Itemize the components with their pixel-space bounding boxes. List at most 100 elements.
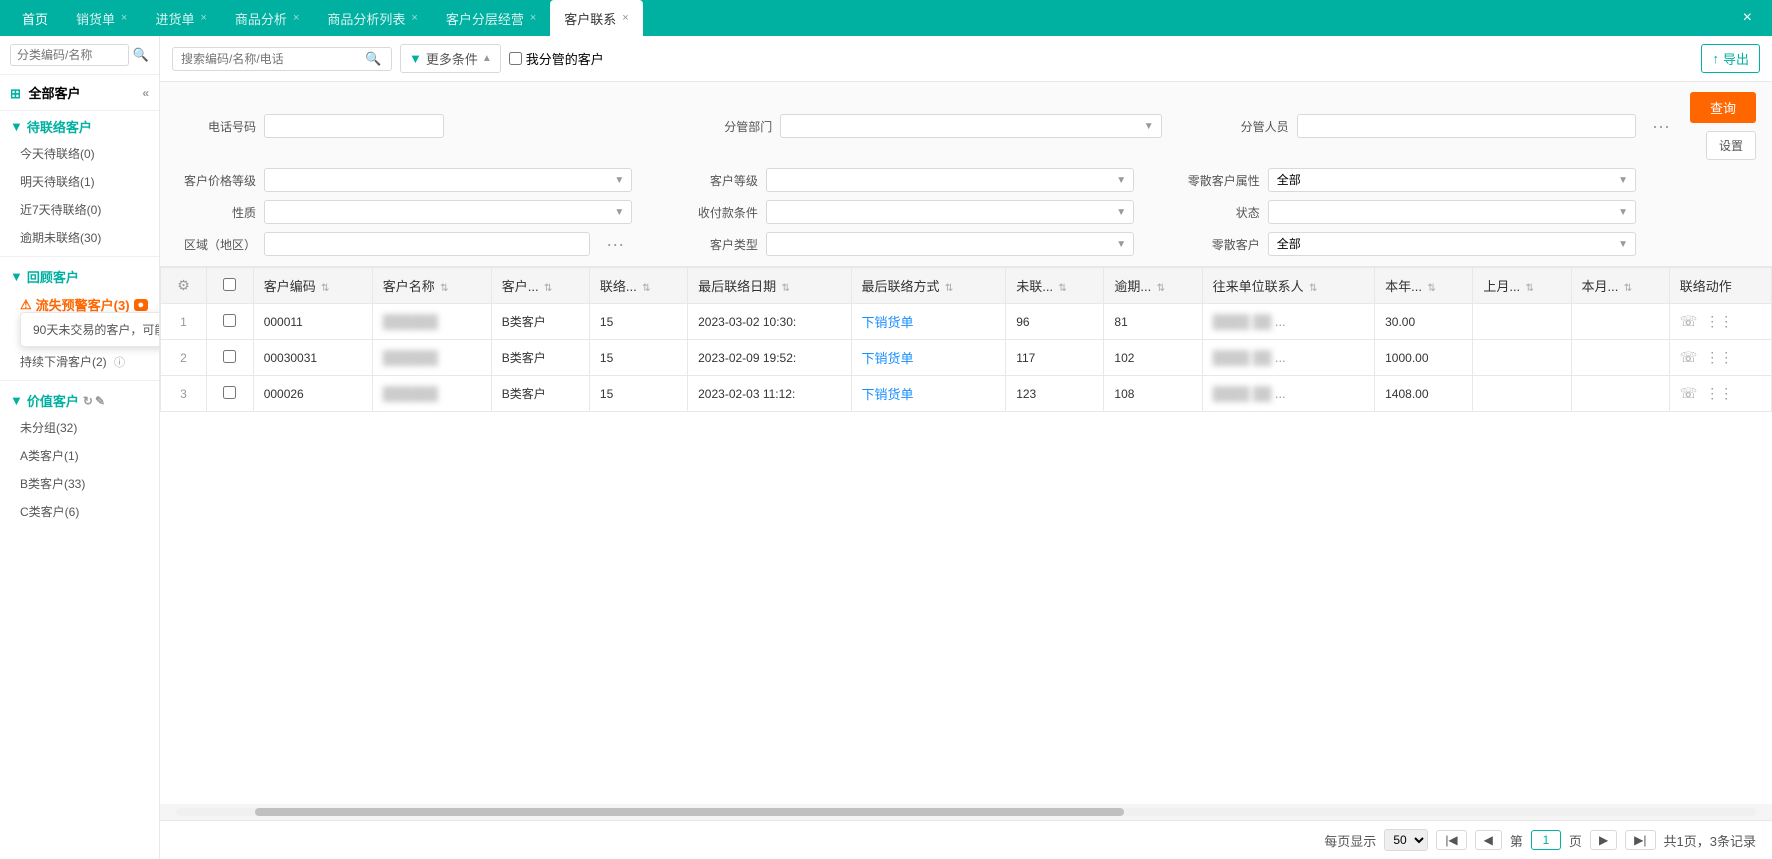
my-customers-checkbox-wrap[interactable]: 我分管的客户	[509, 49, 604, 68]
sidebar-search-input[interactable]	[10, 44, 129, 66]
action-more-icon-2[interactable]: ⋮⋮	[1705, 385, 1733, 402]
row-checkbox-2[interactable]	[207, 376, 254, 412]
tab-analysis-list[interactable]: 商品分析列表 ×	[313, 0, 431, 36]
first-page-button[interactable]: |◀	[1436, 830, 1466, 850]
filter-payment-select[interactable]	[766, 200, 1134, 224]
last-method-link-1[interactable]: 下销货单	[862, 351, 914, 366]
col-checkbox[interactable]	[207, 268, 254, 304]
tab-home[interactable]: 首页	[8, 9, 62, 28]
setting-button[interactable]: 设置	[1706, 131, 1756, 160]
search-input[interactable]	[181, 52, 361, 66]
tab-customer-contact-close[interactable]: ×	[622, 12, 628, 24]
sidebar-group-pending[interactable]: ▼ 待联络客户	[0, 111, 159, 140]
filter-status-select[interactable]	[1268, 200, 1636, 224]
sidebar-search-icon[interactable]: 🔍	[133, 47, 149, 63]
tab-sales[interactable]: 销货单 ×	[62, 0, 141, 36]
horizontal-scrollbar-track[interactable]	[176, 808, 1756, 816]
tab-customer-tier-close[interactable]: ×	[530, 12, 536, 24]
col-overdue[interactable]: 逾期... ⇅	[1104, 268, 1202, 304]
action-contact-icon-2[interactable]: ☏	[1680, 385, 1698, 402]
tab-analysis-close[interactable]: ×	[293, 12, 299, 24]
sidebar-collapse-icon[interactable]: «	[142, 86, 149, 100]
row-checkbox-1[interactable]	[207, 340, 254, 376]
action-more-icon-0[interactable]: ⋮⋮	[1705, 313, 1733, 330]
row-last-method-2[interactable]: 下销货单	[851, 376, 1006, 412]
tab-purchase-close[interactable]: ×	[200, 12, 206, 24]
col-contact[interactable]: 联络... ⇅	[589, 268, 687, 304]
horizontal-scrollbar-thumb[interactable]	[255, 808, 1124, 816]
row-last-method-1[interactable]: 下销货单	[851, 340, 1006, 376]
filter-region-input[interactable]	[264, 232, 590, 256]
sidebar-item-overdue-contact[interactable]: 逾期未联络(30)	[0, 224, 159, 252]
window-close-button[interactable]: ×	[1731, 9, 1764, 27]
row-select-checkbox-1[interactable]	[223, 350, 236, 363]
col-last-date[interactable]: 最后联络日期 ⇅	[688, 268, 851, 304]
sidebar-item-ungrouped[interactable]: 未分组(32)	[0, 414, 159, 442]
filter-gender-select[interactable]	[264, 200, 632, 224]
row-select-checkbox-0[interactable]	[223, 314, 236, 327]
page-size-label: 每页显示	[1324, 831, 1376, 850]
row-uncontacted-0: 96	[1006, 304, 1104, 340]
col-last-month[interactable]: 上月... ⇅	[1473, 268, 1571, 304]
value-refresh-icon[interactable]: ↻	[83, 394, 93, 408]
tab-sales-close[interactable]: ×	[121, 12, 127, 24]
tab-customer-tier[interactable]: 客户分层经营 ×	[432, 0, 550, 36]
last-page-button[interactable]: ▶|	[1625, 830, 1655, 850]
filter-gender-wrap: ▼	[264, 200, 632, 224]
sidebar-all-customers[interactable]: ⊞ 全部客户 «	[0, 75, 159, 111]
sidebar-item-tomorrow[interactable]: 明天待联络(1)	[0, 168, 159, 196]
sidebar-item-class-a[interactable]: A类客户(1)	[0, 442, 159, 470]
col-this-year[interactable]: 本年... ⇅	[1375, 268, 1473, 304]
query-button[interactable]: 查询	[1690, 92, 1756, 123]
last-method-link-2[interactable]: 下销货单	[862, 387, 914, 402]
sidebar-item-class-b[interactable]: B类客户(33)	[0, 470, 159, 498]
select-all-checkbox[interactable]	[223, 278, 236, 291]
last-method-link-0[interactable]: 下销货单	[862, 315, 914, 330]
sidebar-item-class-c[interactable]: C类客户(6)	[0, 498, 159, 526]
tab-analysis[interactable]: 商品分析 ×	[221, 0, 313, 36]
settings-gear-icon[interactable]: ⚙	[177, 277, 190, 293]
col-this-month[interactable]: 本月... ⇅	[1571, 268, 1669, 304]
row-last-method-0[interactable]: 下销货单	[851, 304, 1006, 340]
col-last-method[interactable]: 最后联络方式 ⇅	[851, 268, 1006, 304]
col-type[interactable]: 客户... ⇅	[491, 268, 589, 304]
filter-region-more[interactable]: ···	[598, 234, 632, 255]
filter-more-button[interactable]: ▼ 更多条件 ▲	[400, 44, 501, 73]
row-contact-person-2: ████ ██ ...	[1202, 376, 1375, 412]
col-uncontacted[interactable]: 未联... ⇅	[1006, 268, 1104, 304]
filter-price-level-select[interactable]	[264, 168, 632, 192]
col-code[interactable]: 客户编码 ⇅	[253, 268, 372, 304]
prev-page-button[interactable]: ◀	[1475, 830, 1502, 850]
filter-zero-customer-select[interactable]: 全部	[1268, 232, 1636, 256]
action-contact-icon-0[interactable]: ☏	[1680, 313, 1698, 330]
action-more-icon-1[interactable]: ⋮⋮	[1705, 349, 1733, 366]
sidebar-item-7days[interactable]: 近7天待联络(0)	[0, 196, 159, 224]
filter-customer-type-select[interactable]	[766, 232, 1134, 256]
value-edit-icon[interactable]: ✎	[95, 394, 105, 408]
filter-phone-input[interactable]	[264, 114, 444, 138]
col-name[interactable]: 客户名称 ⇅	[372, 268, 491, 304]
tab-analysis-list-close[interactable]: ×	[411, 12, 417, 24]
my-customers-checkbox[interactable]	[509, 52, 522, 65]
col-settings[interactable]: ⚙	[161, 268, 207, 304]
search-button[interactable]: 🔍	[365, 51, 381, 67]
sidebar-item-today[interactable]: 今天待联络(0)	[0, 140, 159, 168]
filter-dept-select[interactable]	[780, 114, 1161, 138]
sidebar-group-review[interactable]: ▼ 回顾客户	[0, 261, 159, 290]
page-size-select[interactable]: 50	[1384, 829, 1428, 851]
sidebar-group-value[interactable]: ▼ 价值客户 ↻ ✎	[0, 385, 159, 414]
col-contact-person[interactable]: 往来单位联系人 ⇅	[1202, 268, 1375, 304]
filter-zero-attr-select[interactable]: 全部	[1268, 168, 1636, 192]
this-year-sort-icon: ⇅	[1427, 283, 1435, 294]
filter-customer-level-select[interactable]	[766, 168, 1134, 192]
action-contact-icon-1[interactable]: ☏	[1680, 349, 1698, 366]
sidebar-item-declining[interactable]: 持续下滑客户(2) ⓘ	[0, 348, 159, 377]
filter-person-more[interactable]: ···	[1644, 116, 1678, 137]
row-checkbox-0[interactable]	[207, 304, 254, 340]
export-button[interactable]: ↑ 导出	[1701, 44, 1760, 73]
next-page-button[interactable]: ▶	[1590, 830, 1617, 850]
filter-person-input[interactable]	[1297, 114, 1636, 138]
tab-customer-contact[interactable]: 客户联系 ×	[550, 0, 642, 36]
row-select-checkbox-2[interactable]	[223, 386, 236, 399]
tab-purchase[interactable]: 进货单 ×	[141, 0, 220, 36]
